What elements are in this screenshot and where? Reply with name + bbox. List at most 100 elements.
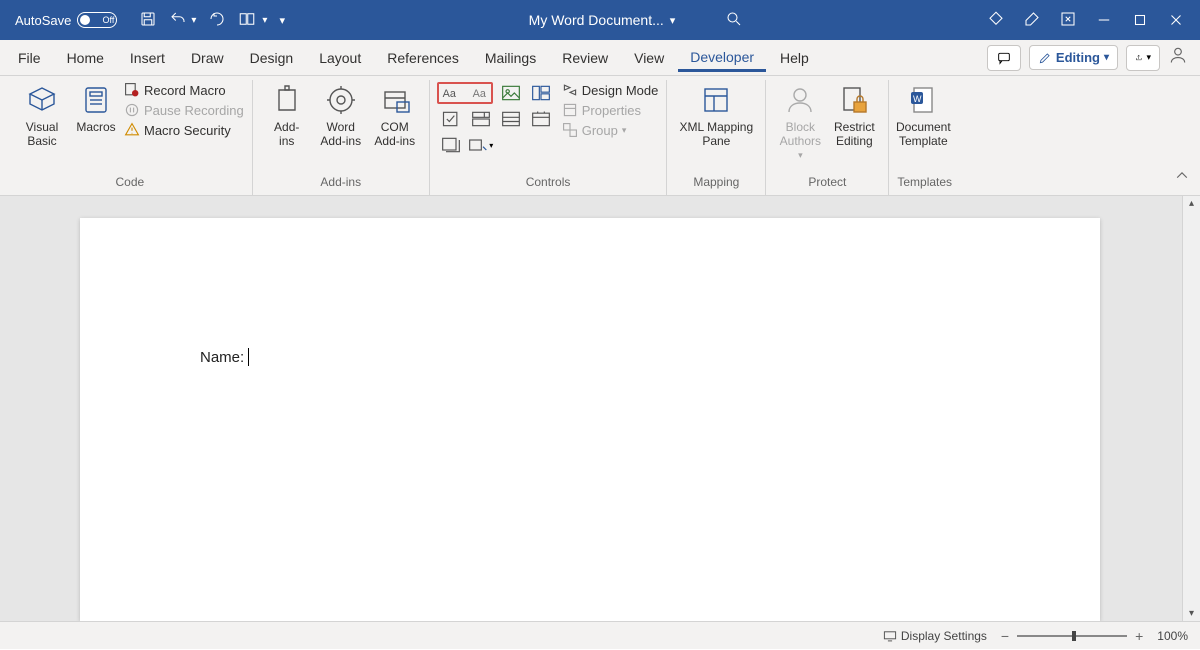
checkbox-control-icon[interactable]	[438, 108, 464, 130]
autosave-label: AutoSave	[15, 13, 71, 28]
tab-references[interactable]: References	[375, 44, 471, 72]
zoom-in-icon[interactable]: +	[1135, 628, 1143, 644]
restrict-editing-label: Restrict Editing	[834, 120, 875, 148]
visual-basic-label: Visual Basic	[26, 120, 58, 148]
chevron-down-icon: ▾	[670, 14, 676, 27]
zoom-level[interactable]: 100%	[1157, 629, 1188, 643]
close-button[interactable]	[1167, 11, 1185, 29]
record-macro-label: Record Macro	[144, 83, 226, 98]
tab-mailings[interactable]: Mailings	[473, 44, 548, 72]
brush-icon[interactable]	[1023, 10, 1041, 31]
highlight-box	[437, 82, 493, 104]
autosave-toggle[interactable]: Off	[77, 12, 117, 28]
search-icon[interactable]	[725, 10, 743, 31]
record-macro-button[interactable]: Record Macro	[124, 82, 244, 98]
tab-insert[interactable]: Insert	[118, 44, 177, 72]
zoom-slider[interactable]: − +	[1001, 628, 1143, 644]
repeating-section-control-icon[interactable]	[438, 134, 464, 156]
document-template-button[interactable]: W Document Template	[897, 80, 949, 152]
macros-label: Macros	[76, 120, 115, 134]
block-authors-button[interactable]: Block Authors▾	[774, 80, 826, 166]
group-controls: Aa Aa ▾ Design Mode Properties	[430, 80, 668, 195]
com-addins-button[interactable]: COM Add-ins	[369, 80, 421, 152]
text-cursor	[248, 348, 249, 366]
editing-mode-button[interactable]: Editing ▾	[1029, 45, 1118, 70]
tab-review[interactable]: Review	[550, 44, 620, 72]
properties-label: Properties	[582, 103, 641, 118]
macros-button[interactable]: Macros	[70, 80, 122, 138]
visual-basic-button[interactable]: Visual Basic	[16, 80, 68, 152]
block-authors-label: Block Authors	[780, 120, 821, 148]
xml-mapping-button[interactable]: XML Mapping Pane	[675, 80, 757, 152]
group-addins: Add- ins Word Add-ins COM Add-ins Add-in…	[253, 80, 430, 195]
word-addins-label: Word Add-ins	[320, 120, 361, 148]
minimize-button[interactable]	[1095, 11, 1113, 29]
chevron-down-icon[interactable]: ▾	[191, 15, 196, 26]
app-switch-icon[interactable]	[1059, 10, 1077, 31]
group-button: Group ▾	[562, 122, 659, 138]
vertical-scrollbar[interactable]: ▴ ▾	[1182, 196, 1200, 621]
tab-view[interactable]: View	[622, 44, 676, 72]
word-addins-button[interactable]: Word Add-ins	[315, 80, 367, 152]
undo-icon[interactable]	[169, 10, 187, 31]
macro-security-button[interactable]: Macro Security	[124, 122, 244, 138]
addins-label: Add- ins	[274, 120, 299, 148]
ribbon-tabs: File Home Insert Draw Design Layout Refe…	[0, 40, 1200, 76]
document-area: Name: ▴ ▾	[0, 196, 1200, 621]
user-icon[interactable]	[1168, 45, 1188, 70]
collapse-ribbon-icon[interactable]	[1174, 168, 1190, 189]
svg-text:W: W	[913, 94, 922, 104]
combobox-control-icon[interactable]	[468, 108, 494, 130]
group-addins-label: Add-ins	[261, 173, 421, 193]
tab-design[interactable]: Design	[238, 44, 306, 72]
save-icon[interactable]	[139, 10, 157, 31]
redo-icon[interactable]	[208, 10, 226, 31]
maximize-button[interactable]	[1131, 11, 1149, 29]
comments-button[interactable]	[987, 45, 1021, 71]
display-settings-button[interactable]: Display Settings	[883, 629, 987, 643]
share-button[interactable]: ▾	[1126, 45, 1160, 71]
tab-draw[interactable]: Draw	[179, 44, 236, 72]
document-template-label: Document Template	[896, 120, 951, 148]
design-mode-button[interactable]: Design Mode	[562, 82, 659, 98]
addins-button[interactable]: Add- ins	[261, 80, 313, 152]
properties-button: Properties	[562, 102, 659, 118]
tab-layout[interactable]: Layout	[307, 44, 373, 72]
building-block-control-icon[interactable]	[528, 82, 554, 104]
macro-security-label: Macro Security	[144, 123, 231, 138]
document-text: Name:	[200, 348, 249, 366]
group-code: Visual Basic Macros Record Macro Pause R…	[8, 80, 253, 195]
group-controls-label: Controls	[438, 173, 659, 193]
pause-recording-button: Pause Recording	[124, 102, 244, 118]
scroll-down-icon[interactable]: ▾	[1189, 608, 1194, 619]
autosave-state: Off	[103, 15, 115, 25]
tab-file[interactable]: File	[6, 44, 53, 72]
xml-mapping-label: XML Mapping Pane	[680, 120, 754, 148]
name-field-label: Name:	[200, 349, 244, 366]
group-button-label: Group	[582, 123, 618, 138]
page-view-icon[interactable]	[238, 10, 256, 31]
group-protect-label: Protect	[774, 173, 880, 193]
editing-label: Editing	[1056, 50, 1100, 65]
scroll-up-icon[interactable]: ▴	[1189, 198, 1194, 209]
restrict-editing-button[interactable]: Restrict Editing	[828, 80, 880, 152]
picture-control-icon[interactable]	[498, 82, 524, 104]
com-addins-label: COM Add-ins	[374, 120, 415, 148]
status-bar: Display Settings − + 100%	[0, 621, 1200, 649]
zoom-out-icon[interactable]: −	[1001, 628, 1009, 644]
diamond-icon[interactable]	[987, 10, 1005, 31]
pause-recording-label: Pause Recording	[144, 103, 244, 118]
group-protect: Block Authors▾ Restrict Editing Protect	[766, 80, 889, 195]
group-code-label: Code	[16, 173, 244, 193]
page[interactable]: Name:	[80, 218, 1100, 621]
document-title[interactable]: My Word Document... ▾	[529, 12, 676, 28]
tab-developer[interactable]: Developer	[678, 43, 766, 72]
display-settings-label: Display Settings	[901, 629, 987, 643]
date-picker-control-icon[interactable]	[528, 108, 554, 130]
legacy-tools-icon[interactable]: ▾	[468, 134, 494, 156]
tab-help[interactable]: Help	[768, 44, 821, 72]
dropdown-control-icon[interactable]	[498, 108, 524, 130]
chevron-down-icon[interactable]: ▾	[262, 15, 267, 26]
title-bar: AutoSave Off ▾ ▾ ▾ My Word Document... ▾	[0, 0, 1200, 40]
tab-home[interactable]: Home	[55, 44, 116, 72]
